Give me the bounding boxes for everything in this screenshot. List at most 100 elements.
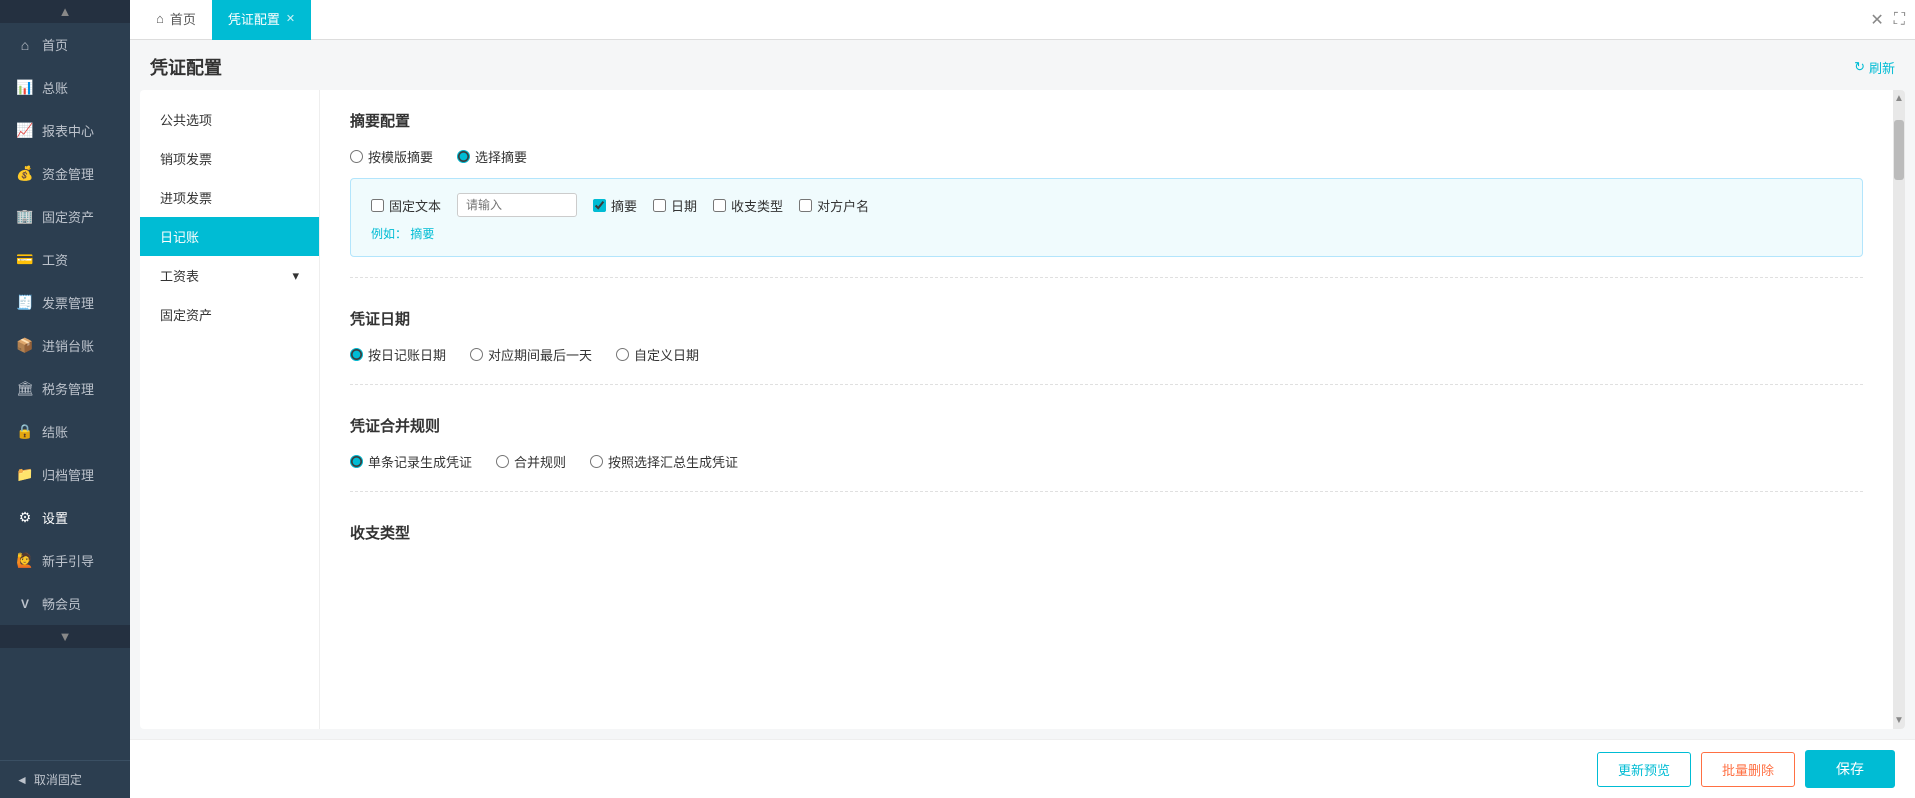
summary-mode-select[interactable]: 选择摘要 [457,147,527,166]
pin-icon: ◄ [16,773,28,787]
home-icon: ⌂ [16,37,34,53]
summary-mode-template[interactable]: 按模版摘要 [350,147,433,166]
left-nav-journal[interactable]: 日记账 [140,217,319,256]
left-nav: 公共选项 销项发票 进项发票 日记账 工资表 ▾ 固定资产 [140,90,320,729]
refresh-button[interactable]: ↻ 刷新 [1854,58,1895,77]
sidebar-item-archive[interactable]: 📁 归档管理 [0,453,130,496]
voucher-date-group: 按日记账日期 对应期间最后一天 自定义日期 [350,345,1863,364]
cb-date[interactable]: 日期 [653,196,697,215]
reports-icon: 📈 [16,122,34,139]
cb-date-input[interactable] [653,199,666,212]
tab-home[interactable]: ⌂ 首页 [140,0,212,40]
merge-rules-group: 单条记录生成凭证 合并规则 按照选择汇总生成凭证 [350,452,1863,471]
scrollbar-thumb[interactable] [1894,120,1904,180]
ledger-icon: 📊 [16,79,34,96]
main-scrollbar[interactable]: ▲ ▼ [1893,90,1905,729]
merge-select[interactable]: 按照选择汇总生成凭证 [590,452,738,471]
summary-checkbox-row: 固定文本 摘要 日期 [371,193,1842,217]
left-nav-sales-invoice[interactable]: 销项发票 [140,139,319,178]
summary-config-box: 固定文本 摘要 日期 [350,178,1863,257]
sidebar-scroll-down[interactable]: ▼ [0,625,130,648]
cb-counterpart[interactable]: 对方户名 [799,196,869,215]
section-summary: 摘要配置 按模版摘要 选择摘要 [350,110,1863,278]
voucher-date-journal[interactable]: 按日记账日期 [350,345,446,364]
sidebar-item-settings[interactable]: ⚙ 设置 [0,496,130,539]
sidebar-item-tax[interactable]: 🏛 税务管理 [0,367,130,410]
expand-icon: ▾ [292,268,299,284]
cb-fixed-text[interactable]: 固定文本 [371,196,441,215]
tab-bar: ⌂ 首页 凭证配置 ✕ ✕ ⛶ [130,0,1915,40]
home-tab-icon: ⌂ [156,11,164,26]
merge-select-radio[interactable] [590,455,603,468]
page-title: 凭证配置 [150,54,222,80]
section-voucher-date: 凭证日期 按日记账日期 对应期间最后一天 自定义日期 [350,308,1863,385]
voucher-date-last-day-radio[interactable] [470,348,483,361]
sidebar-item-funds[interactable]: 💰 资金管理 [0,152,130,195]
window-maximize-icon[interactable]: ⛶ [1894,11,1905,29]
update-preview-button[interactable]: 更新预览 [1597,752,1691,787]
sidebar-item-invoice-mgmt[interactable]: 🧾 发票管理 [0,281,130,324]
tax-icon: 🏛 [16,380,34,397]
merge-single[interactable]: 单条记录生成凭证 [350,452,472,471]
voucher-date-custom[interactable]: 自定义日期 [616,345,699,364]
purchase-sale-icon: 📦 [16,337,34,354]
assets-icon: 🏢 [16,208,34,225]
sidebar-item-purchase-sale[interactable]: 📦 进销台账 [0,324,130,367]
left-nav-purchase-invoice[interactable]: 进项发票 [140,178,319,217]
funds-icon: 💰 [16,165,34,182]
sidebar-item-guide[interactable]: 🙋 新手引导 [0,539,130,582]
settings-icon: ⚙ [16,509,34,526]
window-close-icon[interactable]: ✕ [1870,10,1883,30]
save-button[interactable]: 保存 [1805,750,1895,788]
sidebar-pin-button[interactable]: ◄ 取消固定 [0,760,130,798]
cb-income-type-input[interactable] [713,199,726,212]
invoice-mgmt-icon: 🧾 [16,294,34,311]
sidebar-item-home[interactable]: ⌂ 首页 [0,23,130,66]
right-content: 摘要配置 按模版摘要 选择摘要 [320,90,1893,729]
sidebar-item-vip[interactable]: V 畅会员 [0,582,130,625]
left-nav-fixed-assets[interactable]: 固定资产 [140,295,319,334]
summary-title: 摘要配置 [350,110,1863,131]
sidebar-item-assets[interactable]: 🏢 固定资产 [0,195,130,238]
sidebar-item-reports[interactable]: 📈 报表中心 [0,109,130,152]
cb-income-type[interactable]: 收支类型 [713,196,783,215]
section-income-type: 收支类型 [350,522,1863,579]
cb-summary-input[interactable] [593,199,606,212]
guide-icon: 🙋 [16,552,34,569]
batch-delete-button[interactable]: 批量删除 [1701,752,1795,787]
merge-rules-title: 凭证合并规则 [350,415,1863,436]
tab-close-icon[interactable]: ✕ [286,12,295,25]
sidebar-item-ledger[interactable]: 📊 总账 [0,66,130,109]
scrollbar-down[interactable]: ▼ [1893,712,1905,729]
fixed-text-input[interactable] [457,193,577,217]
merge-rule-radio[interactable] [496,455,509,468]
tab-bar-right: ✕ ⛶ [1870,10,1905,30]
summary-mode-group: 按模版摘要 选择摘要 [350,147,1863,166]
merge-rule[interactable]: 合并规则 [496,452,566,471]
sidebar-scroll-up[interactable]: ▲ [0,0,130,23]
sidebar-item-close[interactable]: 🔒 结账 [0,410,130,453]
section-merge-rules: 凭证合并规则 单条记录生成凭证 合并规则 按照选择汇总生成凭证 [350,415,1863,492]
income-type-title: 收支类型 [350,522,1863,543]
scrollbar-up[interactable]: ▲ [1893,90,1905,107]
voucher-date-last-day[interactable]: 对应期间最后一天 [470,345,592,364]
summary-mode-select-radio[interactable] [457,150,470,163]
cb-summary[interactable]: 摘要 [593,196,637,215]
voucher-date-custom-radio[interactable] [616,348,629,361]
page-header: 凭证配置 ↻ 刷新 [130,40,1915,90]
merge-single-radio[interactable] [350,455,363,468]
sidebar-item-payroll[interactable]: 💳 工资 [0,238,130,281]
summary-example: 例如： 摘要 [371,225,1842,242]
left-nav-payroll-table[interactable]: 工资表 ▾ [140,256,319,295]
main-area: ⌂ 首页 凭证配置 ✕ ✕ ⛶ 凭证配置 ↻ 刷新 公共选项 [130,0,1915,798]
voucher-date-title: 凭证日期 [350,308,1863,329]
cb-fixed-text-input[interactable] [371,199,384,212]
voucher-date-journal-radio[interactable] [350,348,363,361]
left-nav-public[interactable]: 公共选项 [140,100,319,139]
payroll-icon: 💳 [16,251,34,268]
cb-counterpart-input[interactable] [799,199,812,212]
summary-mode-template-radio[interactable] [350,150,363,163]
layout: 公共选项 销项发票 进项发票 日记账 工资表 ▾ 固定资产 [140,90,1905,729]
bottom-bar: 更新预览 批量删除 保存 [130,739,1915,798]
tab-voucher-config[interactable]: 凭证配置 ✕ [212,0,311,40]
